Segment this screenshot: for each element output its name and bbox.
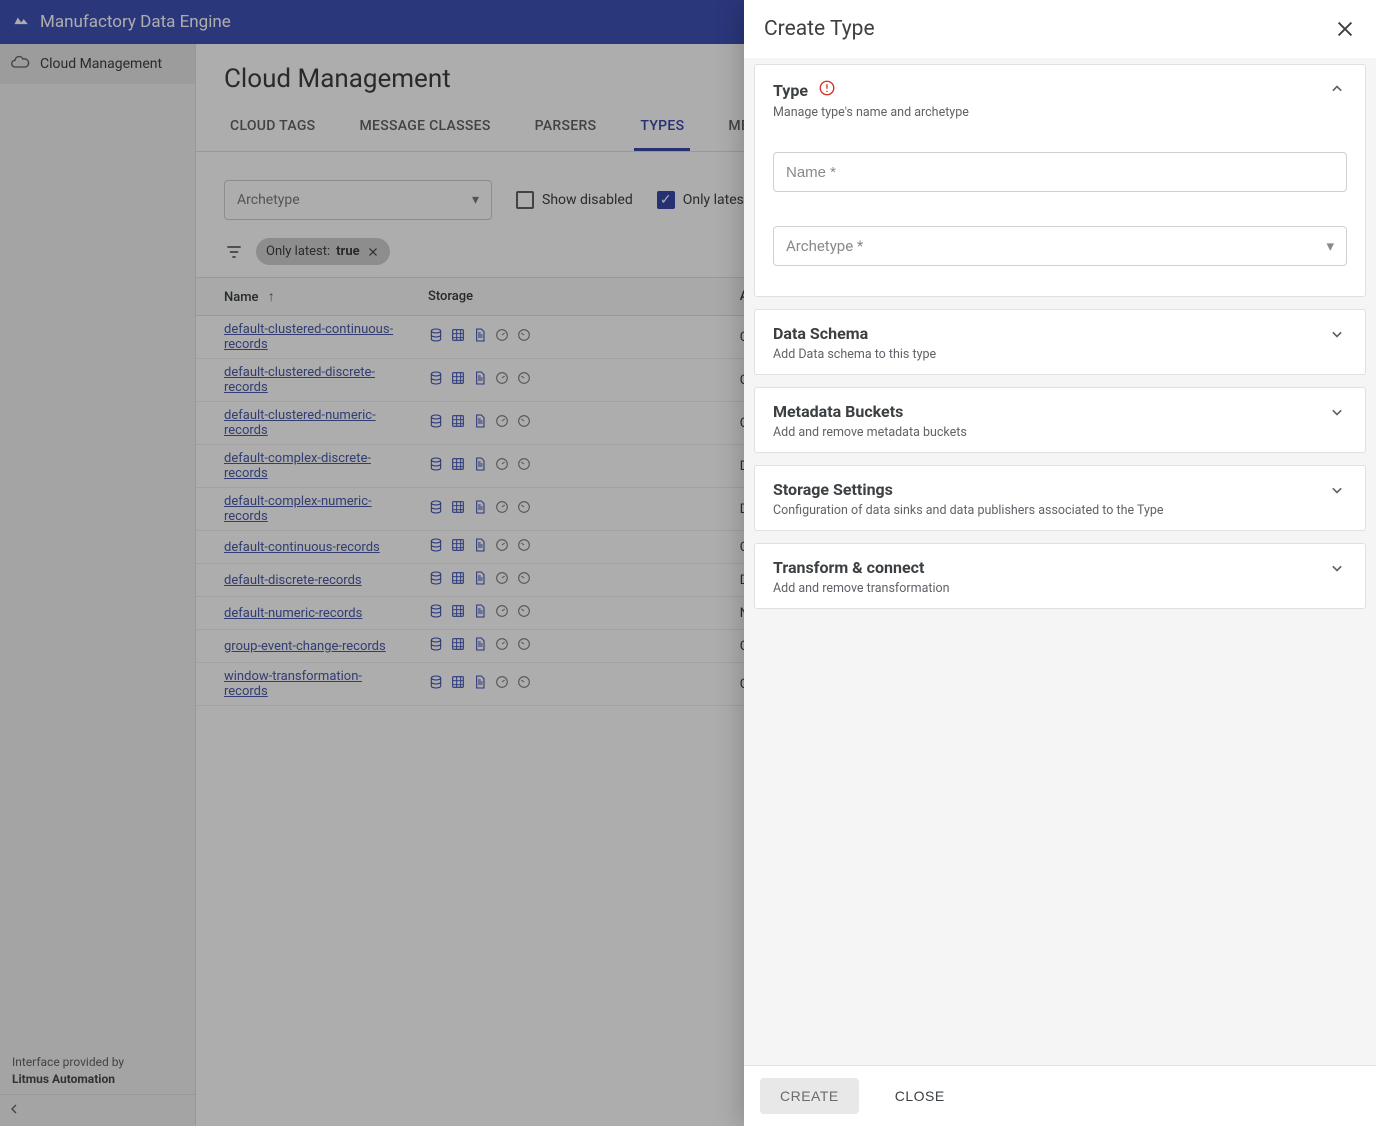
type-name-input[interactable]	[773, 152, 1347, 192]
panel-type-title: Type	[773, 81, 808, 100]
close-button[interactable]: CLOSE	[875, 1078, 965, 1114]
type-archetype-placeholder: Archetype *	[786, 237, 863, 255]
chevron-down-icon	[1327, 402, 1347, 422]
create-type-drawer: Create Type Type Manage type's name and …	[744, 0, 1376, 1126]
panel-type: Type Manage type's name and archetype Ar…	[754, 64, 1366, 297]
panel-type-sub: Manage type's name and archetype	[773, 105, 969, 120]
panel-storage-title: Storage Settings	[773, 480, 1164, 499]
panel-schema-sub: Add Data schema to this type	[773, 347, 936, 362]
panel-schema-title: Data Schema	[773, 324, 936, 343]
panel-meta-title: Metadata Buckets	[773, 402, 967, 421]
panel-storage-settings: Storage Settings Configuration of data s…	[754, 465, 1366, 531]
panel-type-header[interactable]: Type Manage type's name and archetype	[755, 65, 1365, 132]
panel-transform-connect: Transform & connect Add and remove trans…	[754, 543, 1366, 609]
create-button[interactable]: CREATE	[760, 1078, 859, 1114]
chevron-down-icon: ▾	[1326, 237, 1334, 255]
panel-transform-header[interactable]: Transform & connect Add and remove trans…	[755, 544, 1365, 608]
drawer-title: Create Type	[764, 17, 875, 41]
chevron-up-icon	[1327, 79, 1347, 99]
panel-metadata-header[interactable]: Metadata Buckets Add and remove metadata…	[755, 388, 1365, 452]
panel-storage-header[interactable]: Storage Settings Configuration of data s…	[755, 466, 1365, 530]
panel-data-schema: Data Schema Add Data schema to this type	[754, 309, 1366, 375]
panel-meta-sub: Add and remove metadata buckets	[773, 425, 967, 440]
close-icon[interactable]	[1334, 18, 1356, 40]
chevron-down-icon	[1327, 480, 1347, 500]
panel-transform-title: Transform & connect	[773, 558, 950, 577]
panel-storage-sub: Configuration of data sinks and data pub…	[773, 503, 1164, 518]
panel-data-schema-header[interactable]: Data Schema Add Data schema to this type	[755, 310, 1365, 374]
alert-icon	[818, 79, 836, 101]
panel-metadata-buckets: Metadata Buckets Add and remove metadata…	[754, 387, 1366, 453]
panel-transform-sub: Add and remove transformation	[773, 581, 950, 596]
type-archetype-select[interactable]: Archetype * ▾	[773, 226, 1347, 266]
chevron-down-icon	[1327, 324, 1347, 344]
chevron-down-icon	[1327, 558, 1347, 578]
